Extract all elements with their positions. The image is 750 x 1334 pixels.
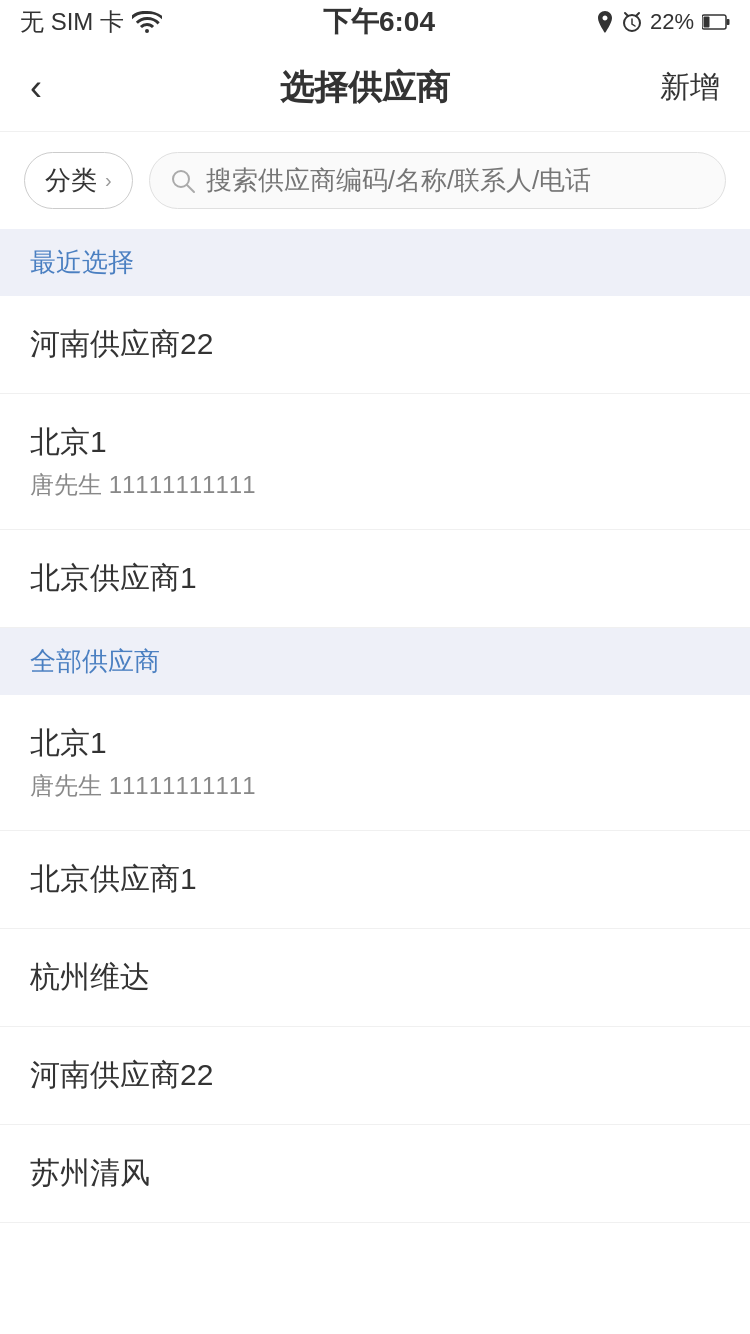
- svg-rect-2: [726, 19, 729, 25]
- list-item[interactable]: 河南供应商22: [0, 1027, 750, 1125]
- item-name: 苏州清风: [30, 1153, 720, 1194]
- list-item[interactable]: 北京供应商1: [0, 831, 750, 929]
- list-item[interactable]: 杭州维达: [0, 929, 750, 1027]
- nav-bar: ‹ 选择供应商 新增: [0, 44, 750, 132]
- add-button[interactable]: 新增: [640, 67, 720, 108]
- back-button[interactable]: ‹: [30, 67, 90, 109]
- svg-line-5: [187, 185, 194, 192]
- chevron-right-icon: ›: [105, 169, 112, 192]
- item-name: 北京供应商1: [30, 859, 720, 900]
- item-name: 北京1: [30, 723, 720, 764]
- item-name: 河南供应商22: [30, 324, 720, 365]
- battery-text: 22%: [650, 9, 694, 35]
- battery-icon: [702, 14, 730, 30]
- svg-rect-3: [703, 17, 709, 28]
- location-icon: [596, 11, 614, 33]
- item-name: 河南供应商22: [30, 1055, 720, 1096]
- search-box[interactable]: [149, 152, 726, 209]
- category-button[interactable]: 分类 ›: [24, 152, 133, 209]
- list-item[interactable]: 河南供应商22: [0, 296, 750, 394]
- list-item[interactable]: 北京供应商1: [0, 530, 750, 628]
- search-icon: [170, 168, 196, 194]
- item-name: 杭州维达: [30, 957, 720, 998]
- alarm-icon: [622, 11, 642, 33]
- filter-row: 分类 ›: [0, 132, 750, 229]
- search-input[interactable]: [206, 165, 705, 196]
- recent-section-title: 最近选择: [30, 247, 134, 277]
- item-sub: 唐先生 11111111111: [30, 770, 720, 802]
- list-item[interactable]: 北京1 唐先生 11111111111: [0, 394, 750, 530]
- category-label: 分类: [45, 163, 97, 198]
- item-sub: 唐先生 11111111111: [30, 469, 720, 501]
- wifi-icon: [132, 11, 162, 33]
- status-time: 下午6:04: [323, 3, 435, 41]
- recent-section-header: 最近选择: [0, 229, 750, 296]
- status-right: 22%: [596, 9, 730, 35]
- no-sim-text: 无 SIM 卡: [20, 6, 124, 38]
- item-name: 北京1: [30, 422, 720, 463]
- all-section-title: 全部供应商: [30, 646, 160, 676]
- all-section-header: 全部供应商: [0, 628, 750, 695]
- all-list: 北京1 唐先生 11111111111 北京供应商1 杭州维达河南供应商22 苏州清风: [0, 695, 750, 1223]
- status-bar: 无 SIM 卡 下午6:04 22%: [0, 0, 750, 44]
- list-item[interactable]: 北京1 唐先生 11111111111: [0, 695, 750, 831]
- status-left: 无 SIM 卡: [20, 6, 162, 38]
- item-name: 北京供应商1: [30, 558, 720, 599]
- list-item[interactable]: 苏州清风: [0, 1125, 750, 1223]
- page-title: 选择供应商: [280, 65, 450, 111]
- recent-list: 河南供应商22 北京1 唐先生 11111111111 北京供应商1: [0, 296, 750, 628]
